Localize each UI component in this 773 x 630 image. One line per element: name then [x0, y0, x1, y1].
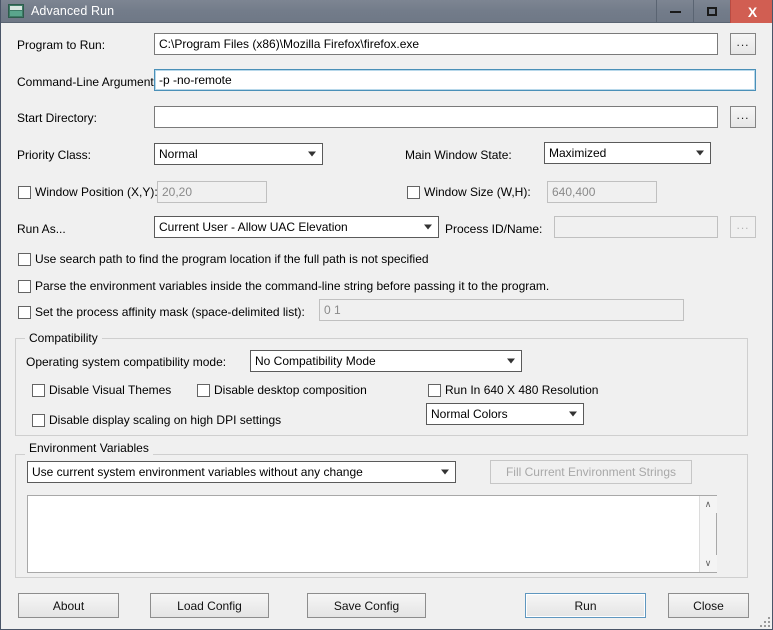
priority-class-label: Priority Class: — [17, 148, 92, 162]
checkbox-icon — [32, 383, 45, 397]
environment-mode-select[interactable]: Use current system environment variables… — [27, 461, 456, 483]
about-button[interactable]: About — [18, 593, 119, 618]
close-icon: X — [747, 3, 758, 20]
parse-env-label: Parse the environment variables inside t… — [35, 279, 550, 293]
app-icon — [8, 4, 24, 18]
program-browse-button[interactable]: ... — [730, 33, 756, 55]
window-position-label: Window Position (X,Y): — [35, 185, 158, 199]
window-size-input[interactable]: 640,400 — [547, 181, 657, 203]
run-button[interactable]: Run — [525, 593, 646, 618]
window-size-label: Window Size (W,H): — [424, 185, 531, 199]
maximize-button[interactable] — [693, 0, 730, 23]
scroll-down-icon[interactable]: ∨ — [699, 555, 717, 572]
chevron-down-icon — [424, 224, 432, 230]
checkbox-icon — [18, 305, 31, 319]
disable-desktop-composition-label: Disable desktop composition — [214, 383, 367, 397]
environment-textarea-scrollbar[interactable]: ∧ ∨ — [699, 496, 717, 572]
checkbox-icon — [18, 252, 31, 266]
use-search-path-label: Use search path to find the program loca… — [35, 252, 429, 266]
environment-variables-textarea[interactable]: ∧ ∨ — [27, 495, 717, 573]
colors-value: Normal Colors — [431, 407, 508, 421]
os-compat-mode-value: No Compatibility Mode — [255, 354, 376, 368]
checkbox-icon — [18, 185, 31, 199]
parse-env-checkbox[interactable]: Parse the environment variables inside t… — [18, 279, 549, 293]
priority-class-value: Normal — [159, 147, 198, 161]
run-as-select[interactable]: Current User - Allow UAC Elevation — [154, 216, 439, 238]
chevron-down-icon — [696, 150, 704, 156]
environment-mode-value: Use current system environment variables… — [32, 465, 363, 479]
compatibility-group-title: Compatibility — [25, 332, 102, 345]
program-to-run-input[interactable]: C:\Program Files (x86)\Mozilla Firefox\f… — [154, 33, 718, 55]
environment-variables-group-title: Environment Variables — [25, 442, 153, 455]
command-line-arguments-input[interactable]: -p -no-remote — [154, 69, 756, 91]
fill-environment-strings-button[interactable]: Fill Current Environment Strings — [490, 460, 692, 484]
affinity-mask-label: Set the process affinity mask (space-del… — [35, 305, 305, 319]
main-window-state-select[interactable]: Maximized — [544, 142, 711, 164]
disable-dpi-scaling-checkbox[interactable]: Disable display scaling on high DPI sett… — [32, 413, 281, 427]
process-id-browse-button[interactable]: ... — [730, 216, 756, 238]
close-button[interactable]: X — [730, 0, 772, 23]
checkbox-icon — [407, 185, 420, 199]
load-config-button[interactable]: Load Config — [150, 593, 269, 618]
run-640x480-checkbox[interactable]: Run In 640 X 480 Resolution — [428, 383, 598, 397]
run-640x480-label: Run In 640 X 480 Resolution — [445, 383, 599, 397]
advanced-run-window: Advanced Run X Program to Run: C:\Progra… — [0, 0, 773, 630]
disable-desktop-composition-checkbox[interactable]: Disable desktop composition — [197, 383, 367, 397]
start-directory-input[interactable] — [154, 106, 718, 128]
checkbox-icon — [32, 413, 45, 427]
maximize-icon — [707, 7, 717, 16]
use-search-path-checkbox[interactable]: Use search path to find the program loca… — [18, 252, 429, 266]
main-window-state-label: Main Window State: — [405, 148, 512, 162]
os-compat-mode-label: Operating system compatibility mode: — [26, 355, 227, 369]
chevron-down-icon — [507, 358, 515, 364]
window-position-input[interactable]: 20,20 — [157, 181, 267, 203]
colors-select[interactable]: Normal Colors — [426, 403, 584, 425]
priority-class-select[interactable]: Normal — [154, 143, 323, 165]
window-position-checkbox[interactable]: Window Position (X,Y): — [18, 185, 158, 199]
save-config-button[interactable]: Save Config — [307, 593, 426, 618]
affinity-mask-input[interactable]: 0 1 — [319, 299, 684, 321]
run-as-label: Run As... — [17, 222, 66, 236]
start-directory-label: Start Directory: — [17, 111, 98, 125]
checkbox-icon — [18, 279, 31, 293]
chevron-down-icon — [308, 151, 316, 157]
chevron-down-icon — [441, 469, 449, 475]
start-directory-browse-button[interactable]: ... — [730, 106, 756, 128]
disable-dpi-scaling-label: Disable display scaling on high DPI sett… — [49, 413, 282, 427]
os-compat-mode-select[interactable]: No Compatibility Mode — [250, 350, 522, 372]
program-to-run-label: Program to Run: — [17, 38, 106, 52]
chevron-down-icon — [569, 411, 577, 417]
close-button-bottom[interactable]: Close — [668, 593, 749, 618]
affinity-mask-checkbox[interactable]: Set the process affinity mask (space-del… — [18, 305, 305, 319]
main-window-state-value: Maximized — [549, 146, 607, 160]
minimize-button[interactable] — [656, 0, 693, 23]
disable-visual-themes-label: Disable Visual Themes — [49, 383, 172, 397]
command-line-arguments-label: Command-Line Arguments: — [17, 75, 164, 89]
window-title: Advanced Run — [31, 4, 115, 18]
run-as-value: Current User - Allow UAC Elevation — [159, 220, 348, 234]
checkbox-icon — [428, 383, 441, 397]
window-controls: X — [656, 0, 772, 23]
title-bar: Advanced Run X — [1, 0, 772, 23]
process-id-input[interactable] — [554, 216, 718, 238]
checkbox-icon — [197, 383, 210, 397]
scroll-up-icon[interactable]: ∧ — [699, 496, 717, 513]
resize-grip[interactable] — [756, 613, 770, 627]
disable-visual-themes-checkbox[interactable]: Disable Visual Themes — [32, 383, 171, 397]
window-size-checkbox[interactable]: Window Size (W,H): — [407, 185, 531, 199]
minimize-icon — [669, 10, 681, 13]
process-id-label: Process ID/Name: — [445, 222, 543, 236]
